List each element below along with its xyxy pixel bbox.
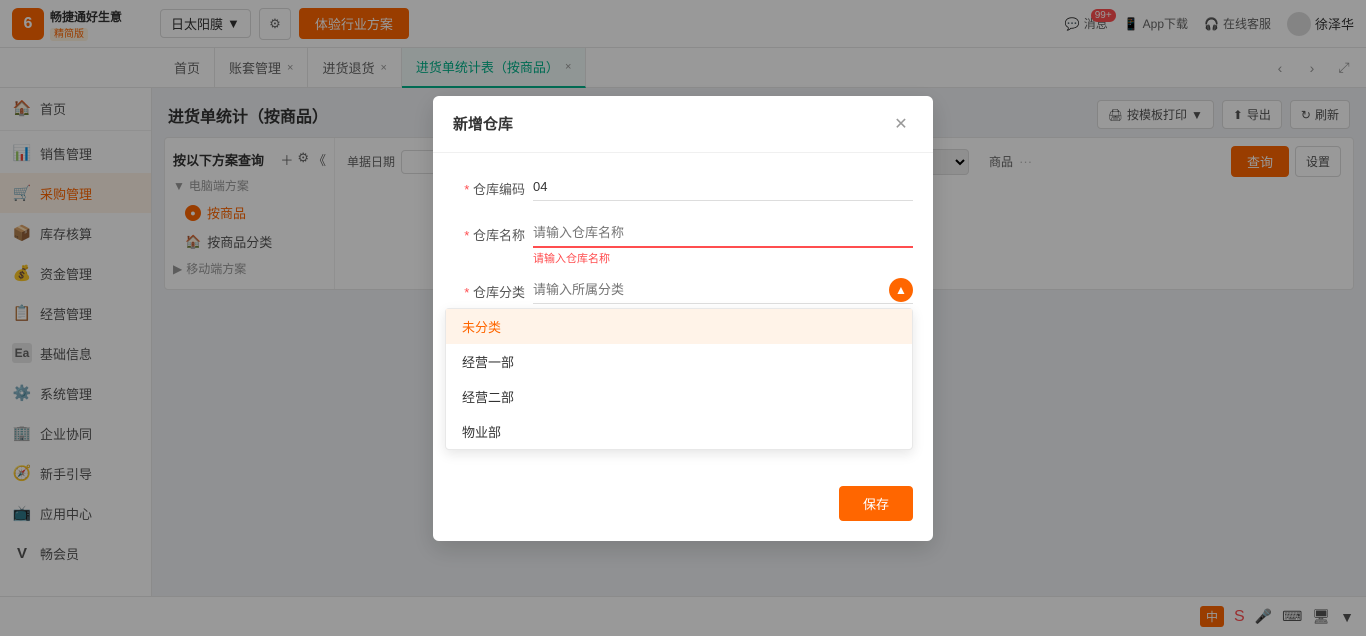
dropdown-item-ops2[interactable]: 经营二部 [446, 379, 912, 414]
required-mark: * [464, 182, 469, 197]
modal-title: 新增仓库 [453, 113, 513, 134]
category-dropdown-toggle[interactable]: ▲ [889, 278, 913, 302]
category-select-wrap: ▲ 未分类 经营一部 经营二部 物业部 [533, 276, 913, 304]
form-label-code: * 仓库编码 [453, 173, 533, 198]
form-row-name: * 仓库名称 请输入仓库名称 [453, 219, 913, 248]
warehouse-code-input[interactable] [533, 173, 913, 201]
dropdown-item-uncategorized[interactable]: 未分类 [446, 309, 912, 344]
dropdown-item-ops1[interactable]: 经营一部 [446, 344, 912, 379]
form-row-code: * 仓库编码 [453, 173, 913, 201]
modal-footer: 保存 [433, 474, 933, 541]
form-row-category: * 仓库分类 ▲ 未分类 经营一部 经营二部 物业部 [453, 276, 913, 304]
modal-header: 新增仓库 ✕ [433, 96, 933, 153]
form-label-name: * 仓库名称 [453, 219, 533, 244]
modal-close-button[interactable]: ✕ [889, 112, 913, 136]
modal-body: * 仓库编码 * 仓库名称 请输入仓库名称 * [433, 153, 933, 474]
category-dropdown-list: 未分类 经营一部 经营二部 物业部 [445, 308, 913, 450]
warehouse-name-input[interactable] [533, 219, 913, 248]
required-mark: * [464, 228, 469, 243]
category-input[interactable] [533, 276, 913, 304]
save-button[interactable]: 保存 [839, 486, 913, 521]
new-warehouse-modal: 新增仓库 ✕ * 仓库编码 * 仓库名称 请输入仓库名称 [433, 96, 933, 541]
modal-overlay: 新增仓库 ✕ * 仓库编码 * 仓库名称 请输入仓库名称 [0, 0, 1366, 636]
dropdown-item-property[interactable]: 物业部 [446, 414, 912, 449]
name-error-message: 请输入仓库名称 [533, 250, 610, 266]
form-label-category: * 仓库分类 [453, 276, 533, 301]
required-mark: * [464, 285, 469, 300]
